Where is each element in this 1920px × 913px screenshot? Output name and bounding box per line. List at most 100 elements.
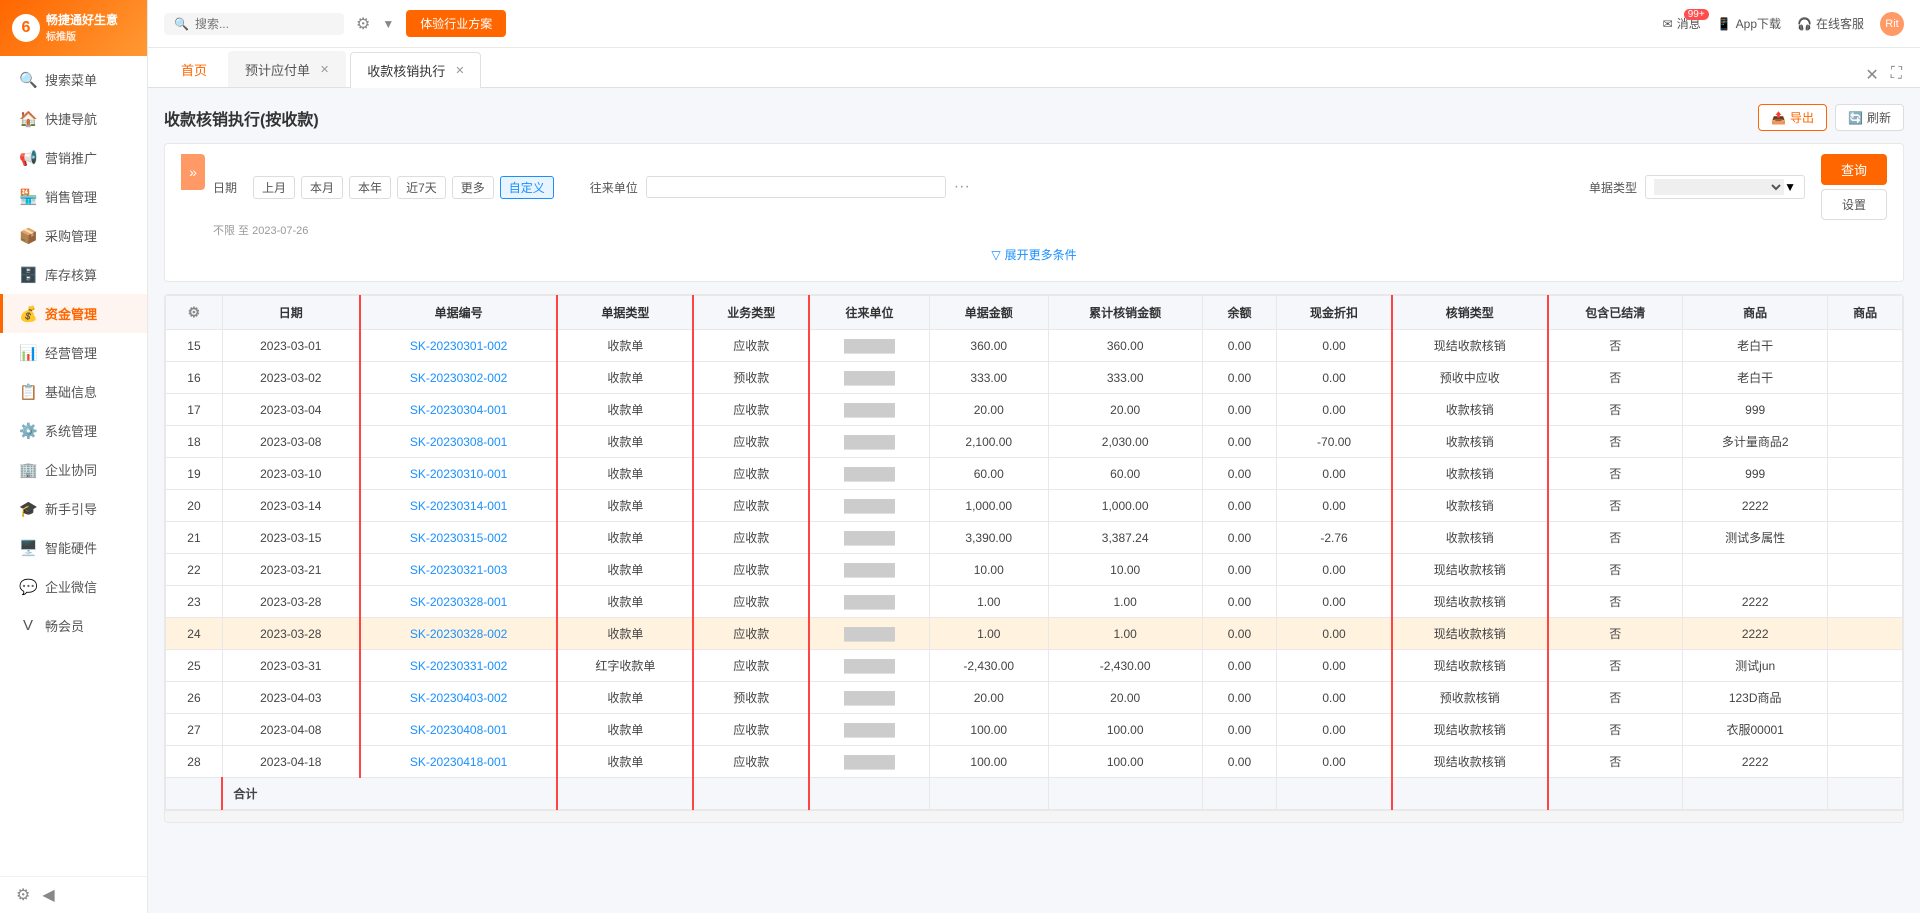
tab-expand-icon[interactable]: ⛶ bbox=[1889, 63, 1904, 87]
col-voucher-type[interactable]: 单据类型 bbox=[557, 296, 693, 330]
filter-toggle-arrow[interactable]: » bbox=[181, 154, 205, 190]
col-cancel-type[interactable]: 核销类型 bbox=[1392, 296, 1548, 330]
cell-include-settled: 否 bbox=[1548, 458, 1683, 490]
cell-acc-amount: 100.00 bbox=[1048, 746, 1202, 778]
tab-prepay[interactable]: 预计应付单 ✕ bbox=[228, 51, 346, 87]
sidebar-item-quicknav[interactable]: 🏠快捷导航 bbox=[0, 99, 147, 138]
tab-home[interactable]: 首页 bbox=[164, 51, 224, 87]
custom-date-btn[interactable]: 自定义 bbox=[500, 176, 554, 199]
sidebar-item-purchase[interactable]: 📦采购管理 bbox=[0, 216, 147, 255]
voucher-link[interactable]: SK-20230308-001 bbox=[410, 435, 507, 449]
settings-footer-icon[interactable]: ⚙ bbox=[16, 885, 30, 905]
user-avatar[interactable]: Rit bbox=[1880, 12, 1904, 36]
voucher-link[interactable]: SK-20230304-001 bbox=[410, 403, 507, 417]
voucher-type-select[interactable] bbox=[1654, 179, 1784, 195]
voucher-link[interactable]: SK-20230315-002 bbox=[410, 531, 507, 545]
sidebar-nav: 🔍搜索菜单🏠快捷导航📢营销推广🏪销售管理📦采购管理🗄️库存核算💰资金管理📊经营管… bbox=[0, 56, 147, 876]
cell-seq: 16 bbox=[166, 362, 223, 394]
voucher-link[interactable]: SK-20230408-001 bbox=[410, 723, 507, 737]
sidebar-item-marketing[interactable]: 📢营销推广 bbox=[0, 138, 147, 177]
col-biz-type[interactable]: 业务类型 bbox=[693, 296, 809, 330]
col-balance[interactable]: 余额 bbox=[1202, 296, 1277, 330]
counterpart-input-wrap[interactable] bbox=[646, 176, 946, 198]
sidebar-item-operation[interactable]: 📊经营管理 bbox=[0, 333, 147, 372]
cell-include-settled: 否 bbox=[1548, 618, 1683, 650]
topbar-search-input[interactable] bbox=[195, 17, 325, 31]
cell-voucher-type: 收款单 bbox=[557, 714, 693, 746]
col-goods[interactable]: 商品 bbox=[1683, 296, 1828, 330]
sidebar-item-guide[interactable]: 🎓新手引导 bbox=[0, 489, 147, 528]
cell-cancel-type: 收款核销 bbox=[1392, 522, 1548, 554]
cell-amount: 1.00 bbox=[929, 586, 1048, 618]
setting-button[interactable]: 设置 bbox=[1821, 189, 1887, 220]
counterpart-input[interactable] bbox=[655, 180, 937, 194]
sidebar-item-inventory[interactable]: 🗄️库存核算 bbox=[0, 255, 147, 294]
cell-goods2 bbox=[1828, 714, 1903, 746]
tab-close-all-icon[interactable]: ✕ bbox=[1863, 63, 1880, 87]
cell-cash-discount: 0.00 bbox=[1277, 746, 1392, 778]
voucher-link[interactable]: SK-20230321-003 bbox=[410, 563, 507, 577]
tabbar-right: ✕ ⛶ bbox=[1863, 63, 1904, 87]
table-row: 22 2023-03-21 SK-20230321-003 收款单 应收款 ██… bbox=[166, 554, 1903, 586]
sidebar-item-wechat[interactable]: 💬企业微信 bbox=[0, 567, 147, 606]
cell-cash-discount: -2.76 bbox=[1277, 522, 1392, 554]
voucher-link[interactable]: SK-20230310-001 bbox=[410, 467, 507, 481]
voucher-link[interactable]: SK-20230302-002 bbox=[410, 371, 507, 385]
topbar-gear-icon[interactable]: ⚙ bbox=[356, 14, 370, 34]
messages-button[interactable]: ✉ 消息 99+ bbox=[1663, 15, 1701, 32]
sidebar-item-sales[interactable]: 🏪销售管理 bbox=[0, 177, 147, 216]
col-voucher-no[interactable]: 单据编号 bbox=[360, 296, 558, 330]
filter-row: 日期 上月 本月 本年 近7天 更多 自定义 往来单位 bbox=[213, 154, 1887, 220]
sidebar-item-member[interactable]: V畅会员 bbox=[0, 606, 147, 645]
tab-collection[interactable]: 收款核销执行 ✕ bbox=[350, 52, 481, 88]
collection-tab-close[interactable]: ✕ bbox=[455, 64, 464, 77]
more-date-btn[interactable]: 更多 bbox=[452, 176, 494, 199]
cell-biz-type: 应收款 bbox=[693, 586, 809, 618]
sidebar-item-hardware[interactable]: 🖥️智能硬件 bbox=[0, 528, 147, 567]
cell-voucher-no: SK-20230308-001 bbox=[360, 426, 558, 458]
expand-conditions-btn[interactable]: ▽ 展开更多条件 bbox=[991, 246, 1076, 263]
col-cash-discount[interactable]: 现金折扣 bbox=[1277, 296, 1392, 330]
prepay-tab-close[interactable]: ✕ bbox=[320, 63, 329, 76]
voucher-link[interactable]: SK-20230403-002 bbox=[410, 691, 507, 705]
voucher-link[interactable]: SK-20230328-001 bbox=[410, 595, 507, 609]
sidebar-item-enterprise[interactable]: 🏢企业协同 bbox=[0, 450, 147, 489]
refresh-button[interactable]: 🔄 刷新 bbox=[1835, 104, 1904, 131]
col-counterpart[interactable]: 往来单位 bbox=[809, 296, 929, 330]
cell-acc-amount: 10.00 bbox=[1048, 554, 1202, 586]
last-7days-btn[interactable]: 近7天 bbox=[397, 176, 446, 199]
sidebar-label-guide: 新手引导 bbox=[45, 499, 97, 518]
solution-button[interactable]: 体验行业方案 bbox=[406, 10, 506, 37]
online-service-button[interactable]: 🎧 在线客服 bbox=[1797, 15, 1864, 32]
voucher-type-select-wrap[interactable]: ▼ bbox=[1645, 175, 1805, 199]
last-month-btn[interactable]: 上月 bbox=[253, 176, 295, 199]
query-button[interactable]: 查询 bbox=[1821, 154, 1887, 185]
sidebar-item-search[interactable]: 🔍搜索菜单 bbox=[0, 60, 147, 99]
cell-goods2 bbox=[1828, 650, 1903, 682]
col-amount[interactable]: 单据金额 bbox=[929, 296, 1048, 330]
collapse-icon[interactable]: ◀ bbox=[42, 885, 54, 905]
collection-tab-label: 收款核销执行 bbox=[367, 61, 445, 80]
data-table: ⚙ 日期 单据编号 单据类型 业务类型 往来单位 单据金额 累计核销金额 余额 … bbox=[165, 295, 1903, 810]
topbar-search-wrap[interactable]: 🔍 bbox=[164, 13, 344, 35]
col-acc-amount[interactable]: 累计核销金额 bbox=[1048, 296, 1202, 330]
this-month-btn[interactable]: 本月 bbox=[301, 176, 343, 199]
col-date[interactable]: 日期 bbox=[222, 296, 359, 330]
voucher-link[interactable]: SK-20230418-001 bbox=[410, 755, 507, 769]
voucher-link[interactable]: SK-20230314-001 bbox=[410, 499, 507, 513]
app-download-button[interactable]: 📱 App下载 bbox=[1717, 15, 1781, 32]
this-year-btn[interactable]: 本年 bbox=[349, 176, 391, 199]
sidebar-item-basic[interactable]: 📋基础信息 bbox=[0, 372, 147, 411]
scrollbar-area[interactable] bbox=[165, 810, 1903, 822]
cell-date: 2023-03-01 bbox=[222, 330, 359, 362]
topbar: 🔍 ⚙ ▼ 体验行业方案 ✉ 消息 99+ 📱 App下载 🎧 在线客服 Rit bbox=[148, 0, 1920, 48]
sidebar-item-finance[interactable]: 💰资金管理 bbox=[0, 294, 147, 333]
col-goods2[interactable]: 商品 bbox=[1828, 296, 1903, 330]
voucher-link[interactable]: SK-20230301-002 bbox=[410, 339, 507, 353]
sidebar-item-system[interactable]: ⚙️系统管理 bbox=[0, 411, 147, 450]
col-settings[interactable]: ⚙ bbox=[166, 296, 223, 330]
voucher-link[interactable]: SK-20230331-002 bbox=[410, 659, 507, 673]
voucher-link[interactable]: SK-20230328-002 bbox=[410, 627, 507, 641]
export-button[interactable]: 📤 导出 bbox=[1758, 104, 1827, 131]
col-include-settled[interactable]: 包含已结清 bbox=[1548, 296, 1683, 330]
